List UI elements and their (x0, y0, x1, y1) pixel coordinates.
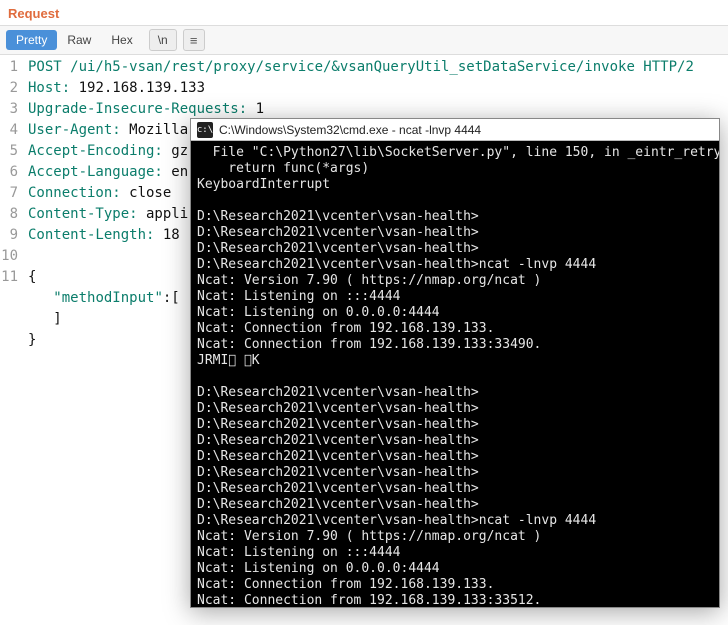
terminal-line: D:\Research2021\vcenter\vsan-health> (197, 417, 713, 433)
terminal-line: D:\Research2021\vcenter\vsan-health> (197, 433, 713, 449)
terminal-line: Ncat: Connection from 192.168.139.133. (197, 577, 713, 593)
terminal-line: File "C:\Python27\lib\SocketServer.py", … (197, 145, 713, 161)
tab-raw[interactable]: Raw (57, 30, 101, 50)
gutter-line: 7 (0, 183, 18, 204)
terminal-line: D:\Research2021\vcenter\vsan-health> (197, 401, 713, 417)
gutter-line: 1 (0, 57, 18, 78)
gutter-line: 5 (0, 141, 18, 162)
terminal-line: D:\Research2021\vcenter\vsan-health>ncat… (197, 257, 713, 273)
terminal-line (197, 369, 713, 385)
terminal-line (197, 193, 713, 209)
terminal-line: Ncat: Version 7.90 ( https://nmap.org/nc… (197, 273, 713, 289)
code-line: POST /ui/h5-vsan/rest/proxy/service/&vsa… (28, 57, 694, 78)
line-gutter: 1234567891011 (0, 55, 22, 353)
terminal-line: Ncat: Connection from 192.168.139.133:33… (197, 593, 713, 607)
request-toolbar: Pretty Raw Hex \n ≡ (0, 26, 728, 55)
terminal-line: D:\Research2021\vcenter\vsan-health>ncat… (197, 513, 713, 529)
terminal-window[interactable]: c:\ C:\Windows\System32\cmd.exe - ncat -… (190, 118, 720, 608)
gutter-line: 2 (0, 78, 18, 99)
terminal-line: D:\Research2021\vcenter\vsan-health> (197, 209, 713, 225)
newline-toggle[interactable]: \n (149, 29, 177, 51)
terminal-line: Ncat: Listening on 0.0.0.0:4444 (197, 305, 713, 321)
terminal-line: Ncat: Version 7.90 ( https://nmap.org/nc… (197, 529, 713, 545)
terminal-titlebar[interactable]: c:\ C:\Windows\System32\cmd.exe - ncat -… (191, 119, 719, 141)
terminal-line: Ncat: Connection from 192.168.139.133. (197, 321, 713, 337)
terminal-line: return func(*args) (197, 161, 713, 177)
cmd-icon: c:\ (197, 122, 213, 138)
gutter-line: 6 (0, 162, 18, 183)
terminal-title: C:\Windows\System32\cmd.exe - ncat -lnvp… (219, 123, 481, 137)
terminal-line: Ncat: Listening on :::4444 (197, 289, 713, 305)
gutter-line: 3 (0, 99, 18, 120)
code-line: Upgrade-Insecure-Requests: 1 (28, 99, 694, 120)
terminal-line: D:\Research2021\vcenter\vsan-health> (197, 241, 713, 257)
code-line: Host: 192.168.139.133 (28, 78, 694, 99)
terminal-body[interactable]: File "C:\Python27\lib\SocketServer.py", … (191, 141, 719, 607)
terminal-line: KeyboardInterrupt (197, 177, 713, 193)
terminal-line: D:\Research2021\vcenter\vsan-health> (197, 497, 713, 513)
gutter-line: 8 (0, 204, 18, 225)
tab-pretty[interactable]: Pretty (6, 30, 57, 50)
gutter-line: 10 (0, 246, 18, 267)
terminal-line: D:\Research2021\vcenter\vsan-health> (197, 449, 713, 465)
terminal-line: D:\Research2021\vcenter\vsan-health> (197, 481, 713, 497)
gutter-line: 9 (0, 225, 18, 246)
terminal-line: D:\Research2021\vcenter\vsan-health> (197, 225, 713, 241)
hamburger-icon[interactable]: ≡ (183, 29, 205, 51)
tab-hex[interactable]: Hex (101, 30, 142, 50)
terminal-line: D:\Research2021\vcenter\vsan-health> (197, 385, 713, 401)
terminal-line: Ncat: Connection from 192.168.139.133:33… (197, 337, 713, 353)
terminal-line: Ncat: Listening on 0.0.0.0:4444 (197, 561, 713, 577)
terminal-line: D:\Research2021\vcenter\vsan-health> (197, 465, 713, 481)
gutter-line: 4 (0, 120, 18, 141)
gutter-line: 11 (0, 267, 18, 288)
terminal-line: Ncat: Listening on :::4444 (197, 545, 713, 561)
panel-title: Request (0, 0, 728, 26)
terminal-line: JRMI   K (197, 353, 713, 369)
